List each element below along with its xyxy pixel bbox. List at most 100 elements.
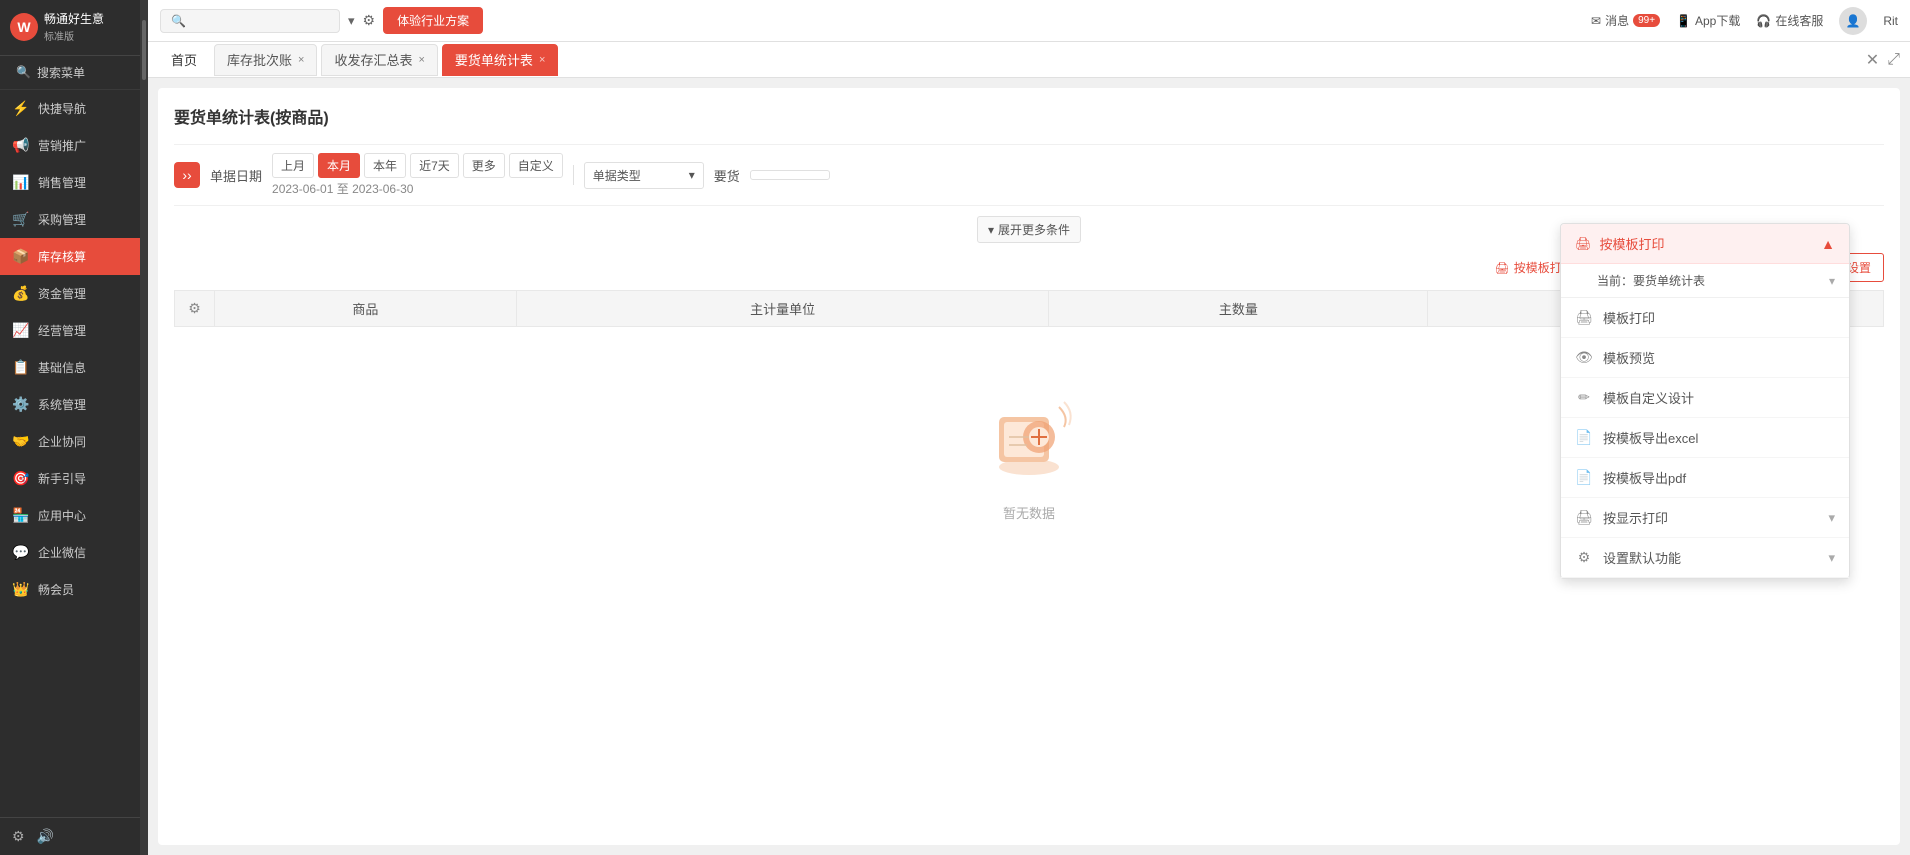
filter-bar: ›› 单据日期 上月 本月 本年 近7天 更多 自定义 2023-06-01 至… [174,144,1884,206]
sidebar-item-shortcut[interactable]: ⚡ 快捷导航 [0,90,140,127]
export-pdf-icon: 📄 [1575,469,1593,486]
tab-batch-accounts[interactable]: 库存批次账 × [214,44,317,76]
dropdown-item-display-print[interactable]: 🖨 按显示打印 ▾ [1561,498,1849,538]
sidebar-item-wechat[interactable]: 💬 企业微信 [0,534,140,571]
sidebar-item-guide[interactable]: 🎯 新手引导 [0,460,140,497]
default-settings-icon: ⚙ [1575,549,1593,566]
sidebar-item-appstore[interactable]: 🏪 应用中心 [0,497,140,534]
system-icon: ⚙️ [12,396,30,413]
audio-footer-icon[interactable]: 🔊 [37,828,54,845]
th-unit: 主计量单位 [516,291,1049,327]
dropdown-item-default-settings[interactable]: ⚙ 设置默认功能 ▾ [1561,538,1849,578]
online-service-btn[interactable]: 🎧 在线客服 [1756,12,1823,29]
user-avatar[interactable]: 👤 [1839,7,1867,35]
sidebar-item-sales[interactable]: 📊 销售管理 [0,164,140,201]
btn-this-month[interactable]: 本月 [318,153,360,178]
dropdown-header[interactable]: 🖨 按模板打印 ▲ [1561,224,1849,264]
tab-receivable-summary[interactable]: 收发存汇总表 × [321,44,437,76]
app-download-btn[interactable]: 📱 App下载 [1676,12,1740,29]
appstore-icon: 🏪 [12,507,30,524]
basic-icon: 📋 [12,359,30,376]
main-content: 🔍 ▾ ⚙ 体验行业方案 ✉ 消息 99+ 📱 App下载 🎧 在线客服 👤 [148,0,1910,855]
filter-collapse-btn[interactable]: ›› [174,162,200,188]
tabs-bar: 首页 库存批次账 × 收发存汇总表 × 要货单统计表 × ✕ ⤢ [148,42,1910,78]
btn-more-date[interactable]: 更多 [463,153,505,178]
sidebar-item-operations[interactable]: 📈 经营管理 [0,312,140,349]
btn-this-year[interactable]: 本年 [364,153,406,178]
sidebar-nav-items: ⚡ 快捷导航 📢 营销推广 📊 销售管理 🛒 采购管理 📦 库存核算 💰 资金管… [0,90,140,817]
app-logo-icon: W [10,13,38,41]
dropdown-item-template-custom[interactable]: ✏ 模板自定义设计 [1561,378,1849,418]
topbar: 🔍 ▾ ⚙ 体验行业方案 ✉ 消息 99+ 📱 App下载 🎧 在线客服 👤 [148,0,1910,42]
empty-state-text: 暂无数据 [1003,503,1055,522]
tab-order-stats[interactable]: 要货单统计表 × [442,44,558,76]
download-icon: 📱 [1676,14,1691,28]
btn-custom-date[interactable]: 自定义 [509,153,563,178]
service-icon: 🎧 [1756,14,1771,28]
filter-goods-input[interactable] [750,170,830,180]
dropdown-current-label: 当前：要货单统计表 [1597,272,1705,289]
filter-goods-area [750,170,830,180]
template-custom-icon: ✏ [1575,389,1593,406]
dropdown-item-export-excel[interactable]: 📄 按模板导出excel [1561,418,1849,458]
scroll-thumb [142,20,146,80]
dropdown-menu: 🖨 按模板打印 ▲ 当前：要货单统计表 ▾ 🖨 模板打印 👁 模板预览 ✏ 模板… [1560,223,1850,579]
dropdown-item-template-preview[interactable]: 👁 模板预览 [1561,338,1849,378]
filter-order-type[interactable]: 单据类型 ▾ [584,162,704,189]
sidebar-item-finance[interactable]: 💰 资金管理 [0,275,140,312]
guide-icon: 🎯 [12,470,30,487]
dropdown-close-icon[interactable]: ▲ [1821,236,1835,252]
sidebar-item-member[interactable]: 👑 畅会员 [0,571,140,608]
dropdown-current-template[interactable]: 当前：要货单统计表 ▾ [1561,264,1849,298]
filter-date-group: 上月 本月 本年 近7天 更多 自定义 [272,153,563,178]
sidebar-item-purchase[interactable]: 🛒 采购管理 [0,201,140,238]
sidebar-item-marketing[interactable]: 📢 营销推广 [0,127,140,164]
sidebar-footer: ⚙ 🔊 [0,817,140,855]
collab-icon: 🤝 [12,433,30,450]
tab-close-receivable[interactable]: × [418,54,424,66]
th-quantity: 主数量 [1049,291,1428,327]
sales-icon: 📊 [12,174,30,191]
th-gear[interactable]: ⚙ [175,291,215,327]
tab-expand-window[interactable]: ⤢ [1887,51,1900,69]
wechat-icon: 💬 [12,544,30,561]
topbar-dropdown-arrow[interactable]: ▾ [348,13,355,29]
order-type-dropdown-icon: ▾ [689,168,695,182]
dropdown-print-icon: 🖨 [1575,236,1592,252]
topbar-gear-icon[interactable]: ⚙ [363,12,376,29]
table-gear-icon[interactable]: ⚙ [188,300,201,316]
sidebar-item-basic[interactable]: 📋 基础信息 [0,349,140,386]
sidebar-item-collab[interactable]: 🤝 企业协同 [0,423,140,460]
topbar-search-icon: 🔍 [171,14,186,28]
tab-home[interactable]: 首页 [158,44,210,76]
display-print-icon: 🖨 [1575,509,1593,526]
sidebar-scrollbar[interactable] [140,0,148,855]
dropdown-current-arrow: ▾ [1829,274,1835,288]
inventory-icon: 📦 [12,248,30,265]
messages-btn[interactable]: ✉ 消息 99+ [1591,12,1660,29]
expand-conditions-btn[interactable]: ▾ 展开更多条件 [977,216,1081,243]
btn-last-month[interactable]: 上月 [272,153,314,178]
settings-footer-icon[interactable]: ⚙ [12,828,25,845]
tab-close-window[interactable]: ✕ [1866,50,1879,70]
sidebar-item-system[interactable]: ⚙️ 系统管理 [0,386,140,423]
th-product: 商品 [215,291,517,327]
btn-7days[interactable]: 近7天 [410,153,459,178]
default-settings-arrow: ▾ [1828,550,1835,566]
operations-icon: 📈 [12,322,30,339]
dropdown-item-template-print[interactable]: 🖨 模板打印 [1561,298,1849,338]
sidebar-search[interactable]: 🔍 搜索菜单 [0,56,140,90]
topbar-actions: ✉ 消息 99+ 📱 App下载 🎧 在线客服 👤 Rit [1591,7,1898,35]
page-title: 要货单统计表(按商品) [174,104,1884,128]
tab-close-batch[interactable]: × [298,54,304,66]
tab-close-order[interactable]: × [539,54,545,66]
topbar-search-box[interactable]: 🔍 [160,9,340,33]
sidebar-item-inventory[interactable]: 📦 库存核算 [0,238,140,275]
member-icon: 👑 [12,581,30,598]
marketing-icon: 📢 [12,137,30,154]
user-name[interactable]: Rit [1883,14,1898,28]
dropdown-item-export-pdf[interactable]: 📄 按模板导出pdf [1561,458,1849,498]
tabs-right-controls: ✕ ⤢ [1866,50,1900,70]
trial-btn[interactable]: 体验行业方案 [383,7,483,34]
expand-icon: ▾ [988,223,994,237]
